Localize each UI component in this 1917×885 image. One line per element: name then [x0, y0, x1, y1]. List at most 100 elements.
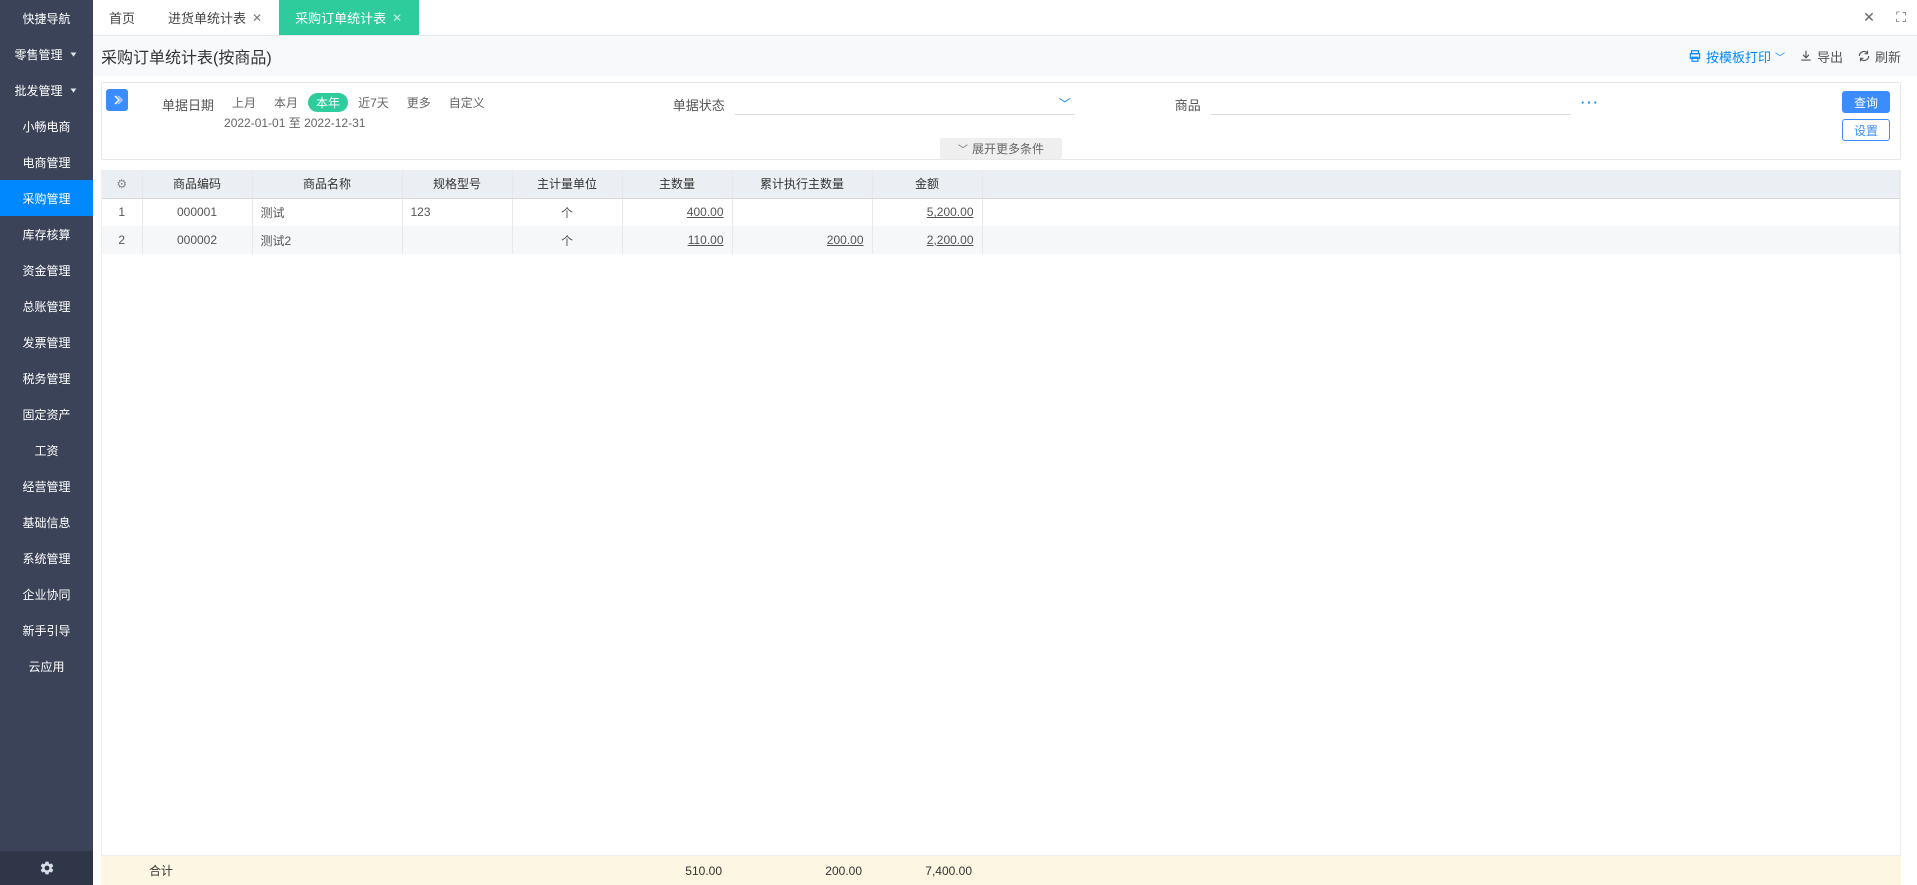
drill-link[interactable]: 5,200.00 [927, 205, 974, 219]
refresh-button[interactable]: 刷新 [1857, 47, 1901, 66]
sidebar-item-7[interactable]: 资金管理 [0, 252, 93, 288]
sidebar-item-0[interactable]: 快捷导航 [0, 0, 93, 36]
status-select[interactable]: ﹀ [735, 93, 1075, 115]
sidebar-item-label: 资金管理 [22, 262, 70, 279]
sidebar-item-15[interactable]: 系统管理 [0, 540, 93, 576]
product-select[interactable] [1211, 93, 1571, 115]
sidebar-item-8[interactable]: 总账管理 [0, 288, 93, 324]
expand-more-label: 展开更多条件 [972, 140, 1044, 157]
drill-link[interactable]: 110.00 [688, 233, 724, 247]
cell: 000002 [142, 226, 252, 254]
sidebar-item-9[interactable]: 发票管理 [0, 324, 93, 360]
fullscreen-icon: ⛶ [1896, 9, 1906, 26]
table-row[interactable]: 2000002测试2 个 110.00 200.00 2,200.00 [102, 226, 1900, 254]
sidebar-items: 快捷导航零售管理 ▼ 批发管理▼ 小畅电商电商管理采购管理库存核算资金管理总账管理发票… [0, 0, 93, 851]
sidebar-item-label: 新手引导 [22, 622, 70, 639]
sidebar-item-6[interactable]: 库存核算 [0, 216, 93, 252]
sidebar-item-label: 基础信息 [22, 514, 70, 531]
filter-settings-button[interactable]: 设置 [1842, 119, 1890, 141]
sidebar-item-4[interactable]: 电商管理 [0, 144, 93, 180]
sidebar-item-label: 零售管理 [15, 46, 63, 63]
sidebar-item-14[interactable]: 基础信息 [0, 504, 93, 540]
close-icon[interactable]: ✕ [392, 11, 402, 25]
cell [982, 198, 1900, 226]
collapse-filter-button[interactable] [106, 89, 128, 111]
col-blank [982, 170, 1900, 198]
drill-link[interactable]: 200.00 [827, 233, 864, 247]
refresh-icon [1857, 49, 1871, 63]
sidebar-item-3[interactable]: 小畅电商 [0, 108, 93, 144]
table-row[interactable]: 1000001测试123个400.005,200.00 [102, 198, 1900, 226]
col-amt[interactable]: 金额 [872, 170, 982, 198]
cell: 000001 [142, 198, 252, 226]
col-exec[interactable]: 累计执行主数量 [732, 170, 872, 198]
close-icon[interactable]: ✕ [252, 11, 262, 25]
cell: 200.00 [732, 226, 872, 254]
sidebar-item-label: 税务管理 [22, 370, 70, 387]
cell: 1 [102, 198, 142, 226]
sidebar-item-label: 小畅电商 [22, 118, 70, 135]
filter-panel: 单据日期 上月本月本年近7天更多自定义 2022-01-01 至 2022-12… [101, 82, 1901, 160]
cell: 个 [512, 226, 622, 254]
column-settings[interactable]: ⚙ [102, 170, 142, 198]
sidebar-item-label: 库存核算 [22, 226, 70, 243]
print-label: 按模板打印 [1706, 47, 1771, 66]
tab-label: 采购订单统计表 [295, 8, 386, 27]
close-all-tabs[interactable]: ✕ [1857, 6, 1881, 30]
drill-link[interactable]: 400.00 [687, 205, 724, 219]
drill-link[interactable]: 2,200.00 [927, 233, 974, 247]
sidebar-item-17[interactable]: 新手引导 [0, 612, 93, 648]
sidebar-item-16[interactable]: 企业协同 [0, 576, 93, 612]
cell: 2 [102, 226, 142, 254]
col-name[interactable]: 商品名称 [252, 170, 402, 198]
fullscreen-toggle[interactable]: ⛶ [1889, 6, 1913, 30]
search-button[interactable]: 查询 [1842, 91, 1890, 113]
gear-icon [39, 860, 55, 876]
sidebar-item-11[interactable]: 固定资产 [0, 396, 93, 432]
col-code[interactable]: 商品编码 [142, 170, 252, 198]
sidebar-item-18[interactable]: 云应用 [0, 648, 93, 684]
expand-more-filters[interactable]: ﹀ 展开更多条件 [940, 138, 1062, 159]
sidebar-item-5[interactable]: 采购管理 [0, 180, 93, 216]
sidebar-item-2[interactable]: 批发管理▼ [0, 72, 93, 108]
total-row: 合计 510.00 200.00 7,400.00 [101, 855, 1901, 885]
cell [732, 198, 872, 226]
date-chip-2[interactable]: 本年 [308, 93, 348, 112]
tab-1[interactable]: 进货单统计表 ✕ [152, 0, 279, 35]
export-icon [1799, 49, 1813, 63]
page-title: 采购订单统计表(按商品) [101, 44, 272, 68]
cell: 测试2 [252, 226, 402, 254]
tab-2[interactable]: 采购订单统计表 ✕ [279, 0, 419, 35]
total-label: 合计 [141, 856, 251, 885]
sidebar-item-label: 快捷导航 [22, 10, 70, 27]
col-qty[interactable]: 主数量 [622, 170, 732, 198]
date-chip-5[interactable]: 自定义 [441, 93, 493, 112]
sidebar-item-1[interactable]: 零售管理 ▼ [0, 36, 93, 72]
chevron-down-icon: ﹀ [1059, 95, 1071, 112]
sidebar-item-label: 发票管理 [22, 334, 70, 351]
export-label: 导出 [1817, 47, 1843, 66]
date-chip-1[interactable]: 本月 [266, 93, 306, 112]
col-spec[interactable]: 规格型号 [402, 170, 512, 198]
print-template-button[interactable]: 按模板打印 ﹀ [1688, 47, 1785, 66]
sidebar-settings[interactable] [0, 851, 93, 885]
date-chip-0[interactable]: 上月 [224, 93, 264, 112]
tab-label: 进货单统计表 [168, 8, 246, 27]
chevron-down-icon: ▼ [69, 50, 79, 58]
main: 首页 进货单统计表 ✕ 采购订单统计表 ✕ ✕ ⛶ 采购订单统计表(按商品) 按模板打印… [93, 0, 1917, 885]
date-chip-3[interactable]: 近7天 [350, 93, 397, 112]
sidebar-item-10[interactable]: 税务管理 [0, 360, 93, 396]
date-chip-4[interactable]: 更多 [399, 93, 439, 112]
sidebar-item-label: 总账管理 [22, 298, 70, 315]
sidebar-item-13[interactable]: 经营管理 [0, 468, 93, 504]
cell: 测试 [252, 198, 402, 226]
export-button[interactable]: 导出 [1799, 47, 1843, 66]
cell: 400.00 [622, 198, 732, 226]
close-icon: ✕ [1863, 9, 1875, 26]
tab-label: 首页 [109, 8, 135, 27]
col-unit[interactable]: 主计量单位 [512, 170, 622, 198]
product-picker-button[interactable]: ··· [1581, 93, 1606, 110]
sidebar-item-label: 云应用 [28, 658, 64, 675]
tab-0[interactable]: 首页 [93, 0, 152, 35]
sidebar-item-12[interactable]: 工资 [0, 432, 93, 468]
